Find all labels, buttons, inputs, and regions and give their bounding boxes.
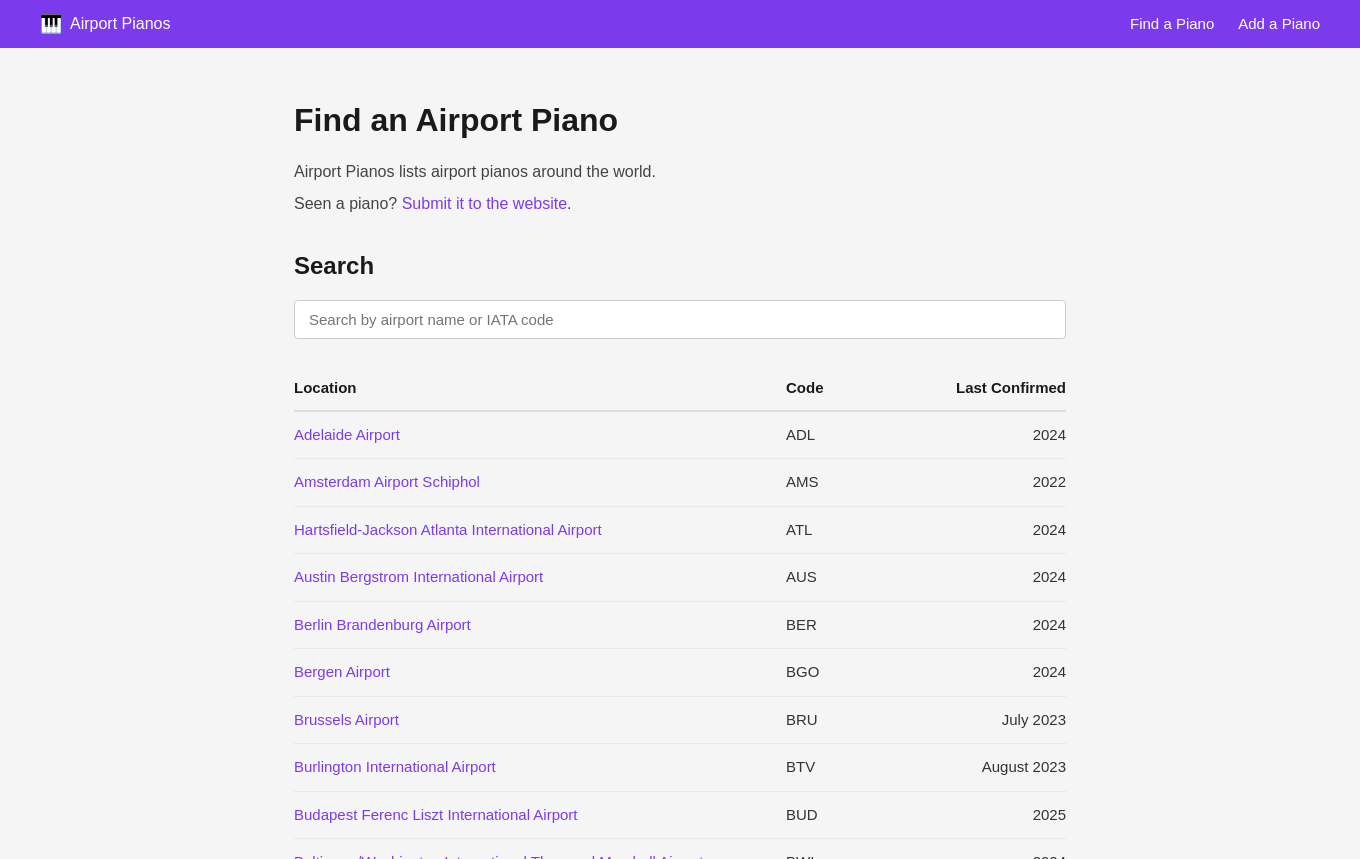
add-piano-link[interactable]: Add a Piano [1238,13,1320,36]
nav-brand[interactable]: 🎹 Airport Pianos [40,11,171,38]
cell-location: Budapest Ferenc Liszt International Airp… [294,791,786,839]
airport-link[interactable]: Berlin Brandenburg Airport [294,616,471,633]
airport-link[interactable]: Burlington International Airport [294,758,496,775]
cell-code: AUS [786,554,886,602]
airport-link[interactable]: Hartsfield-Jackson Atlanta International… [294,521,602,538]
cell-location: Adelaide Airport [294,411,786,459]
airport-table: Location Code Last Confirmed Adelaide Ai… [294,367,1066,859]
nav-links: Find a Piano Add a Piano [1130,13,1320,36]
cell-code: BGO [786,649,886,697]
cell-confirmed: 2024 [886,839,1066,860]
table-row: Berlin Brandenburg Airport BER2024 [294,601,1066,649]
search-input[interactable] [294,300,1066,339]
airport-link[interactable]: Amsterdam Airport Schiphol [294,473,480,490]
cell-location: Bergen Airport [294,649,786,697]
cell-code: AMS [786,459,886,507]
nav-brand-label: Airport Pianos [70,12,171,36]
col-header-code: Code [786,367,886,411]
cell-code: BTV [786,744,886,792]
cell-confirmed: 2024 [886,506,1066,554]
table-header-row: Location Code Last Confirmed [294,367,1066,411]
cell-location: Baltimore/Washington International Thurg… [294,839,786,860]
cell-location: Burlington International Airport [294,744,786,792]
col-header-confirmed: Last Confirmed [886,367,1066,411]
table-row: Adelaide Airport ADL2024 [294,411,1066,459]
main-content: Find an Airport Piano Airport Pianos lis… [270,48,1090,859]
submit-period: . [567,195,571,212]
cell-location: Hartsfield-Jackson Atlanta International… [294,506,786,554]
airport-link[interactable]: Baltimore/Washington International Thurg… [294,853,703,859]
find-piano-link[interactable]: Find a Piano [1130,13,1214,36]
submit-line: Seen a piano? Submit it to the website. [294,192,1066,216]
airport-link[interactable]: Adelaide Airport [294,426,400,443]
cell-location: Austin Bergstrom International Airport [294,554,786,602]
cell-code: BER [786,601,886,649]
cell-location: Berlin Brandenburg Airport [294,601,786,649]
table-row: Austin Bergstrom International Airport AU… [294,554,1066,602]
table-row: Budapest Ferenc Liszt International Airp… [294,791,1066,839]
cell-confirmed: 2025 [886,791,1066,839]
cell-location: Brussels Airport [294,696,786,744]
cell-confirmed: 2024 [886,554,1066,602]
piano-icon: 🎹 [40,11,62,38]
cell-confirmed: 2022 [886,459,1066,507]
table-row: Hartsfield-Jackson Atlanta International… [294,506,1066,554]
cell-confirmed: 2024 [886,601,1066,649]
table-row: Bergen Airport BGO2024 [294,649,1066,697]
cell-confirmed: July 2023 [886,696,1066,744]
cell-confirmed: 2024 [886,649,1066,697]
col-header-location: Location [294,367,786,411]
search-heading: Search [294,248,1066,284]
airport-link[interactable]: Austin Bergstrom International Airport [294,568,543,585]
cell-location: Amsterdam Airport Schiphol [294,459,786,507]
submit-link[interactable]: Submit it to the website [402,195,567,212]
table-row: Brussels Airport BRUJuly 2023 [294,696,1066,744]
page-title: Find an Airport Piano [294,96,1066,144]
navbar: 🎹 Airport Pianos Find a Piano Add a Pian… [0,0,1360,48]
cell-code: ATL [786,506,886,554]
cell-code: BUD [786,791,886,839]
intro-text: Airport Pianos lists airport pianos arou… [294,160,1066,184]
cell-code: BRU [786,696,886,744]
table-row: Burlington International Airport BTVAugus… [294,744,1066,792]
cell-code: ADL [786,411,886,459]
table-row: Baltimore/Washington International Thurg… [294,839,1066,860]
cell-code: BWI [786,839,886,860]
cell-confirmed: 2024 [886,411,1066,459]
cell-confirmed: August 2023 [886,744,1066,792]
seen-prefix: Seen a piano? [294,195,397,212]
airport-link[interactable]: Budapest Ferenc Liszt International Airp… [294,806,578,823]
airport-link[interactable]: Brussels Airport [294,711,399,728]
airport-link[interactable]: Bergen Airport [294,663,390,680]
table-row: Amsterdam Airport Schiphol AMS2022 [294,459,1066,507]
